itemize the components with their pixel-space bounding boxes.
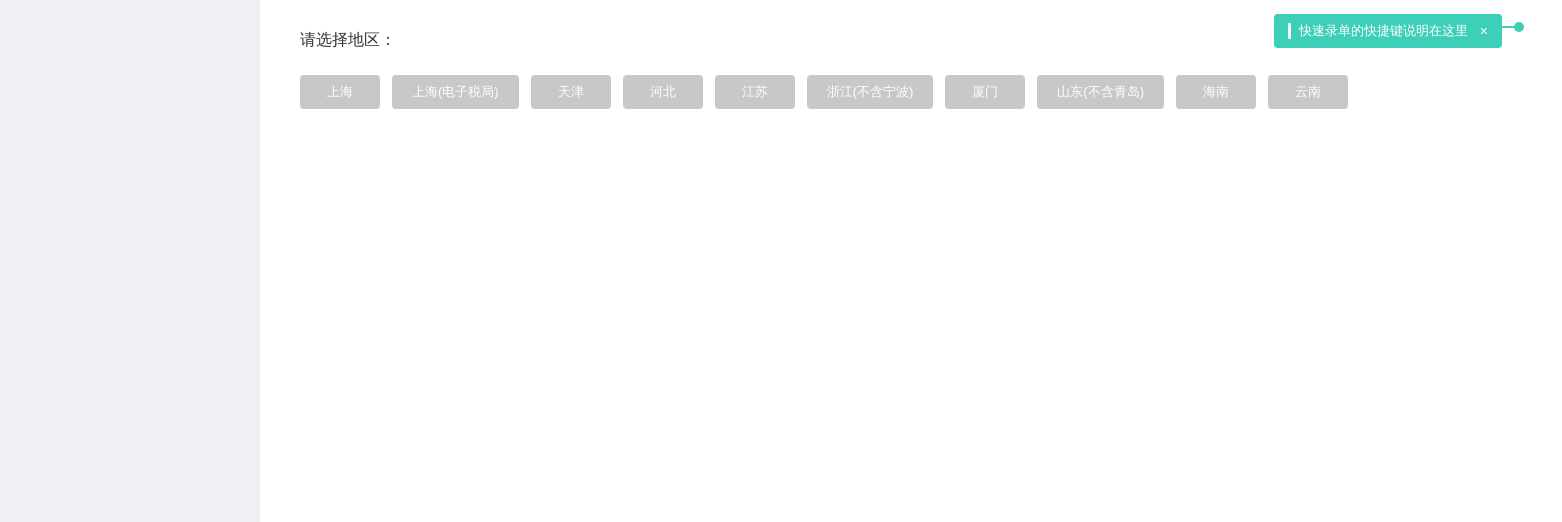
tooltip-bar <box>1288 23 1291 39</box>
sidebar <box>0 0 260 522</box>
main-content: 请选择地区： 上海上海(电子税局)天津河北江苏浙江(不含宁波)厦门山东(不含青岛… <box>260 0 1562 522</box>
region-buttons-container: 上海上海(电子税局) 天津河北江苏浙江(不含宁波) 厦门山东(不含青岛) 海南云南 <box>300 75 1522 109</box>
region-btn-shanghai[interactable]: 上海 <box>300 75 380 109</box>
region-btn-yunnan[interactable]: 云南 <box>1268 75 1348 109</box>
region-btn-hainan[interactable]: 海南 <box>1176 75 1256 109</box>
region-btn-xiamen[interactable]: 厦门 <box>945 75 1025 109</box>
tooltip-banner: 快速录单的快捷键说明在这里 × <box>1274 14 1502 48</box>
region-btn-zhejiang[interactable]: 浙江(不含宁波) <box>807 75 934 109</box>
region-btn-jiangsu[interactable]: 江苏 <box>715 75 795 109</box>
close-icon[interactable]: × <box>1480 23 1488 39</box>
region-btn-tianjin[interactable]: 天津 <box>531 75 611 109</box>
tooltip-text: 快速录单的快捷键说明在这里 <box>1299 22 1468 40</box>
tooltip-connector-dot <box>1514 22 1524 32</box>
region-btn-shanghai-etax[interactable]: 上海(电子税局) <box>392 75 519 109</box>
region-btn-shandong[interactable]: 山东(不含青岛) <box>1037 75 1164 109</box>
region-btn-hebei[interactable]: 河北 <box>623 75 703 109</box>
